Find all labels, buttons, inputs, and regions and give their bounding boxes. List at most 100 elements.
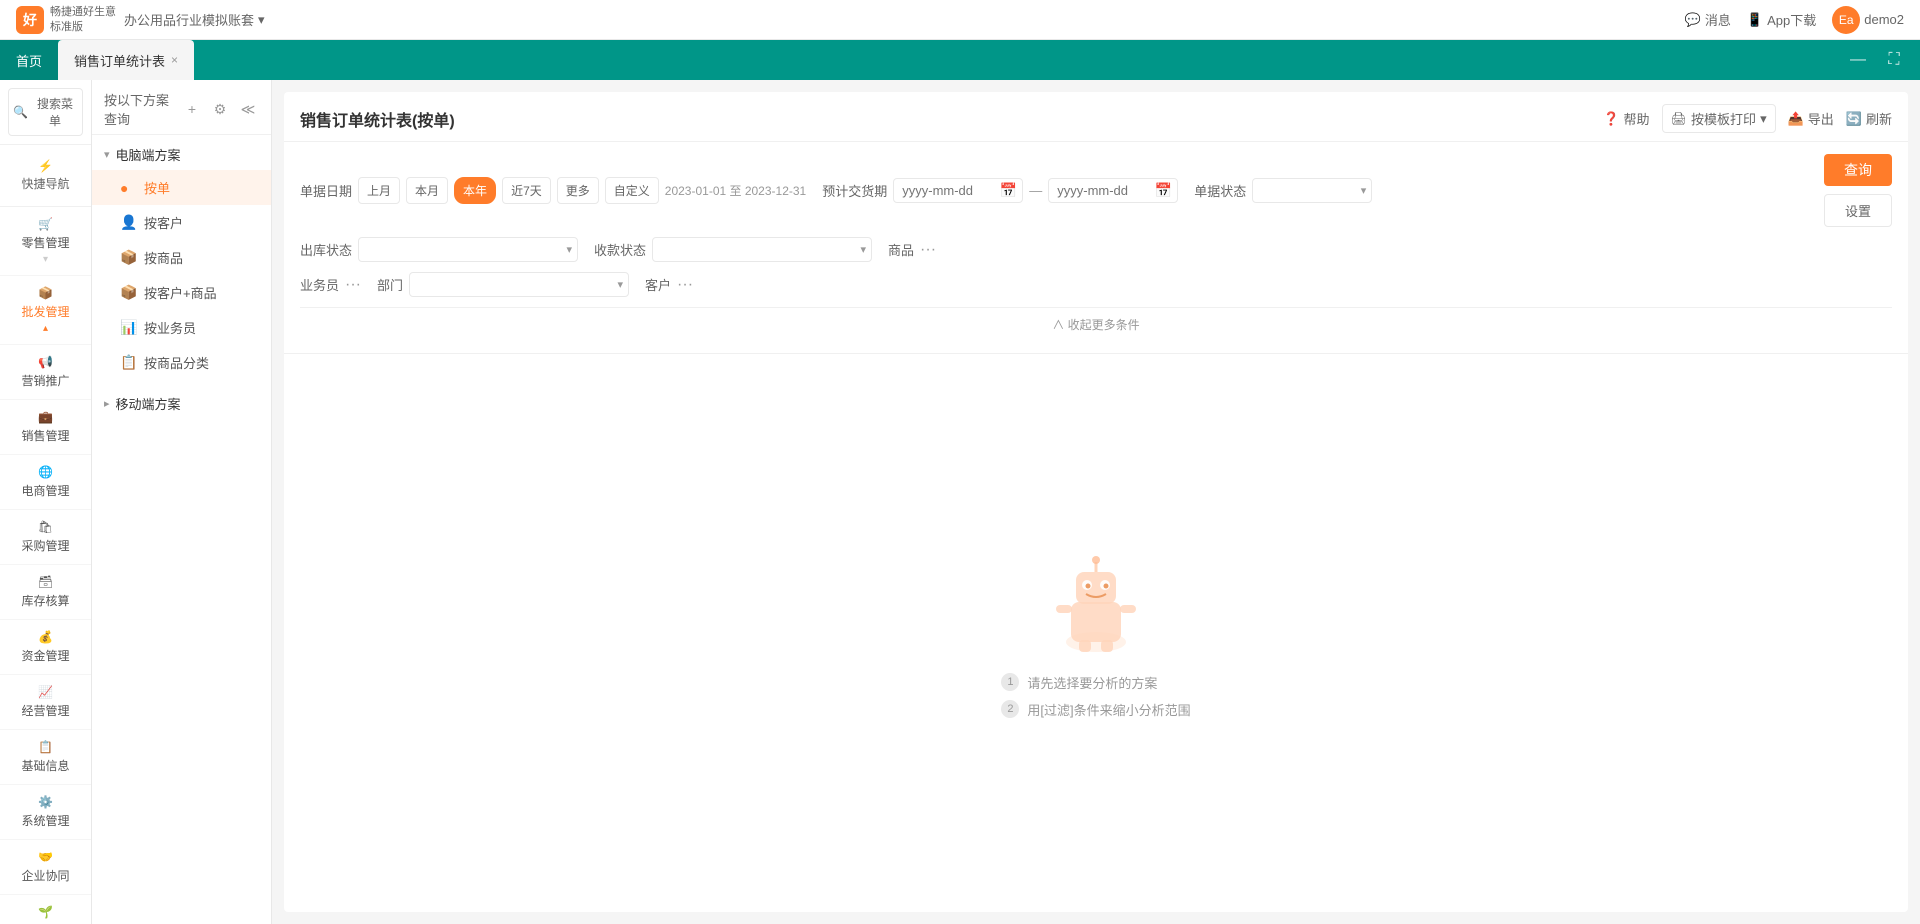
top-bar-right: 💬 消息 📱 App下载 Ea demo2: [1685, 6, 1904, 34]
sidebar-item-basic[interactable]: 📋 基础信息: [0, 730, 91, 785]
retail-icon: 🛒: [38, 217, 53, 231]
template-print-dropdown-icon: ▾: [1760, 111, 1767, 127]
tip-text-2: 用[过滤]条件来缩小分析范围: [1027, 700, 1190, 719]
tip-num-1: 1: [1001, 673, 1019, 691]
salesperson-more-icon[interactable]: ···: [345, 276, 361, 294]
sidebar-item-retail[interactable]: 🛒 零售管理 ▾: [0, 207, 91, 276]
date-btn-this-year[interactable]: 本年: [454, 177, 496, 204]
retail-expand-icon: ▾: [43, 254, 48, 265]
date-buttons-group: 上月 本月 本年 近7天 更多 自定义: [358, 177, 659, 204]
sidebar-item-newbie[interactable]: 🌱 新手引导: [0, 895, 91, 924]
logo-text: 畅捷通好生意 标准版: [50, 5, 116, 34]
payment-status-select-wrap: ▾: [652, 237, 872, 262]
sidebar-item-marketing[interactable]: 📢 营销推广: [0, 345, 91, 400]
date-dash: —: [1029, 183, 1042, 198]
filter-row-1: 单据日期 上月 本月 本年 近7天 更多 自定义 2023-01-01 至 20…: [300, 154, 1892, 227]
content-area: 销售订单统计表(按单) ❓ 帮助 🖨 按模板打印 ▾ 📤 导出: [272, 80, 1920, 924]
tip-num-2: 2: [1001, 700, 1019, 718]
expected-date-end-wrap: 📅: [1048, 178, 1178, 203]
content-inner: 销售订单统计表(按单) ❓ 帮助 🖨 按模板打印 ▾ 📤 导出: [284, 92, 1908, 912]
scheme-item-by-goods[interactable]: 📦 按商品: [92, 240, 271, 275]
filter-expected-date-item: 预计交货期 📅 — 📅: [822, 178, 1178, 203]
sidebar-item-sales[interactable]: 💼 销售管理: [0, 400, 91, 455]
sidebar-search-button[interactable]: 🔍 搜索菜单: [8, 88, 83, 136]
department-label: 部门: [377, 275, 403, 294]
app-download-button[interactable]: 📱 App下载: [1747, 10, 1816, 29]
scheme-item-by-customer-goods[interactable]: 📦 按客户+商品: [92, 275, 271, 310]
logo-icon: 好: [16, 6, 44, 34]
filter-customer-item: 客户 ···: [645, 275, 693, 294]
department-select[interactable]: [409, 272, 629, 297]
breadcrumb[interactable]: 办公用品行业模拟账套 ▾: [124, 10, 265, 29]
query-button[interactable]: 查询: [1824, 154, 1892, 186]
tab-bar-actions: — ⛶: [1844, 46, 1920, 74]
date-btn-more[interactable]: 更多: [557, 177, 599, 204]
sidebar-item-inventory[interactable]: 🗃 库存核算: [0, 565, 91, 620]
order-status-select[interactable]: [1252, 178, 1372, 203]
ecommerce-icon: 🌐: [38, 465, 53, 479]
sidebar-item-purchase[interactable]: 🛍 采购管理: [0, 510, 91, 565]
basic-icon: 📋: [38, 740, 53, 754]
refresh-icon: 🔄: [1846, 111, 1862, 127]
scheme-item-by-goods-category[interactable]: 📋 按商品分类: [92, 345, 271, 380]
goods-more-icon[interactable]: ···: [920, 241, 936, 259]
mobile-scheme-arrow: ▸: [104, 397, 110, 410]
by-salesperson-icon: 📊: [120, 319, 136, 336]
date-btn-last-7days[interactable]: 近7天: [502, 177, 551, 204]
add-scheme-button[interactable]: +: [181, 98, 203, 120]
tab-sales-order-stats[interactable]: 销售订单统计表 ×: [58, 40, 194, 80]
help-button[interactable]: ❓ 帮助: [1603, 109, 1649, 128]
salesperson-label: 业务员: [300, 275, 339, 294]
goods-label: 商品: [888, 240, 914, 259]
settings-button[interactable]: 设置: [1824, 194, 1892, 227]
date-btn-custom[interactable]: 自定义: [605, 177, 659, 204]
pc-scheme-group-header[interactable]: ▾ 电脑端方案: [92, 139, 271, 170]
filter-goods-item: 商品 ···: [888, 240, 936, 259]
tab-home[interactable]: 首页: [0, 40, 58, 80]
sidebar-item-finance[interactable]: 💰 资金管理: [0, 620, 91, 675]
sidebar-item-wholesale[interactable]: 📦 批发管理 ▴: [0, 276, 91, 345]
date-btn-last-month[interactable]: 上月: [358, 177, 400, 204]
operation-icon: 📈: [38, 685, 53, 699]
pc-scheme-arrow: ▾: [104, 148, 110, 161]
sidebar-item-shortcut[interactable]: ⚡ 快捷导航: [0, 151, 91, 200]
message-button[interactable]: 💬 消息: [1685, 10, 1731, 29]
payment-status-select[interactable]: [652, 237, 872, 262]
sidebar-item-system[interactable]: ⚙️ 系统管理: [0, 785, 91, 840]
tab-bar: 首页 销售订单统计表 × — ⛶: [0, 40, 1920, 80]
pc-scheme-group: ▾ 电脑端方案 ● 按单 👤 按客户 📦 按商品 📦 按客户+商品 📊 按业: [92, 135, 271, 384]
tab-minimize-button[interactable]: —: [1844, 46, 1872, 74]
template-print-button[interactable]: 🖨 按模板打印 ▾: [1662, 104, 1776, 133]
tab-close-icon[interactable]: ×: [171, 53, 178, 67]
calendar-end-icon: 📅: [1155, 182, 1172, 199]
customer-more-icon[interactable]: ···: [677, 276, 693, 294]
scheme-item-by-order[interactable]: ● 按单: [92, 170, 271, 205]
print-icon: 🖨: [1671, 111, 1688, 127]
sidebar-shortcut-nav: ⚡ 快捷导航: [0, 145, 91, 207]
tab-maximize-button[interactable]: ⛶: [1880, 46, 1908, 74]
app-download-icon: 📱: [1747, 12, 1763, 28]
calendar-start-icon: 📅: [1000, 182, 1017, 199]
empty-tips: 1 请先选择要分析的方案 2 用[过滤]条件来缩小分析范围: [1001, 673, 1190, 719]
mobile-scheme-group-header[interactable]: ▸ 移动端方案: [92, 388, 271, 419]
scheme-item-by-customer[interactable]: 👤 按客户: [92, 205, 271, 240]
date-btn-this-month[interactable]: 本月: [406, 177, 448, 204]
collapse-filter-button[interactable]: ∧ 收起更多条件: [300, 307, 1892, 341]
sidebar-item-operation[interactable]: 📈 经营管理: [0, 675, 91, 730]
panel-collapse-button[interactable]: ≪: [237, 98, 259, 120]
breadcrumb-text: 办公用品行业模拟账套: [124, 10, 254, 29]
scheme-item-by-salesperson[interactable]: 📊 按业务员: [92, 310, 271, 345]
sidebar-item-enterprise[interactable]: 🤝 企业协同: [0, 840, 91, 895]
delivery-status-select[interactable]: [358, 237, 578, 262]
user-menu[interactable]: Ea demo2: [1832, 6, 1904, 34]
empty-tip-1: 1 请先选择要分析的方案: [1001, 673, 1190, 692]
left-panel: 按以下方案查询 + ⚙ ≪ ▾ 电脑端方案 ● 按单 👤 按客户 📦 按商: [92, 80, 272, 924]
collapse-filter-label: ∧ 收起更多条件: [1052, 316, 1139, 333]
mobile-scheme-group: ▸ 移动端方案: [92, 384, 271, 423]
export-button[interactable]: 📤 导出: [1788, 109, 1834, 128]
sidebar-item-ecommerce[interactable]: 🌐 电商管理: [0, 455, 91, 510]
empty-state: 1 请先选择要分析的方案 2 用[过滤]条件来缩小分析范围: [284, 354, 1908, 912]
refresh-button[interactable]: 🔄 刷新: [1846, 109, 1892, 128]
scheme-settings-button[interactable]: ⚙: [209, 98, 231, 120]
expected-date-start-wrap: 📅: [893, 178, 1023, 203]
